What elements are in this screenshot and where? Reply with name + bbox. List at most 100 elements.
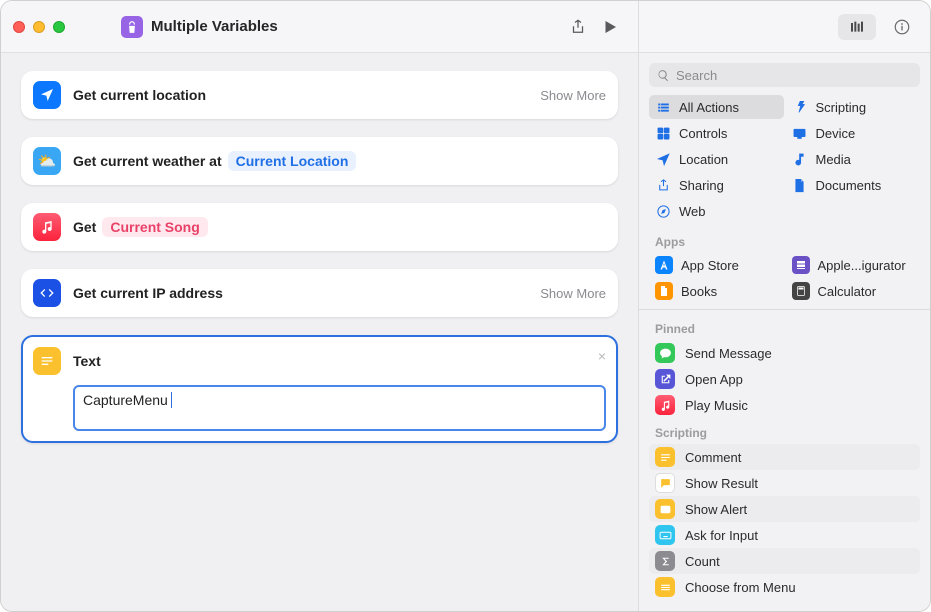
document-icon bbox=[792, 177, 808, 193]
play-icon bbox=[655, 395, 675, 415]
search-icon bbox=[657, 69, 670, 82]
list-item[interactable]: Choose from Menu bbox=[649, 574, 920, 600]
show-more[interactable]: Show More bbox=[540, 88, 606, 103]
library-toolbar bbox=[639, 1, 930, 53]
action-weather[interactable]: ⛅ Get current weather atCurrent Location bbox=[21, 137, 618, 185]
bubble-icon bbox=[655, 473, 675, 493]
list-label: Show Result bbox=[685, 476, 758, 491]
weather-icon: ⛅ bbox=[33, 147, 61, 175]
category-label: Media bbox=[816, 152, 851, 167]
keyboard-icon bbox=[655, 525, 675, 545]
list-label: Send Message bbox=[685, 346, 772, 361]
app-item[interactable]: App Store bbox=[649, 253, 784, 277]
menu-icon bbox=[655, 577, 675, 597]
show-more[interactable]: Show More bbox=[540, 286, 606, 301]
minimize-window[interactable] bbox=[33, 21, 45, 33]
close-window[interactable] bbox=[13, 21, 25, 33]
app-icon bbox=[792, 256, 810, 274]
titlebar: Multiple Variables bbox=[1, 1, 638, 53]
location-icon bbox=[655, 151, 671, 167]
category-label: Location bbox=[679, 152, 728, 167]
app-label: Calculator bbox=[818, 284, 877, 299]
fullscreen-window[interactable] bbox=[53, 21, 65, 33]
section-pinned: Pinned bbox=[639, 314, 930, 340]
alert-icon bbox=[655, 499, 675, 519]
message-icon bbox=[655, 343, 675, 363]
category-list[interactable]: All Actions bbox=[649, 95, 784, 119]
app-icon bbox=[655, 256, 673, 274]
sharing-icon bbox=[655, 177, 671, 193]
category-label: All Actions bbox=[679, 100, 739, 115]
category-controls[interactable]: Controls bbox=[649, 121, 784, 145]
action-text[interactable]: × Text CaptureMenu bbox=[21, 335, 618, 443]
category-label: Device bbox=[816, 126, 856, 141]
action-label: Get current weather atCurrent Location bbox=[73, 151, 356, 171]
action-music[interactable]: GetCurrent Song bbox=[21, 203, 618, 251]
category-label: Web bbox=[679, 204, 706, 219]
category-device[interactable]: Device bbox=[786, 121, 921, 145]
lines-icon bbox=[655, 447, 675, 467]
share-button[interactable] bbox=[562, 13, 594, 41]
category-script[interactable]: Scripting bbox=[786, 95, 921, 119]
app-icon bbox=[121, 16, 143, 38]
run-button[interactable] bbox=[594, 13, 626, 41]
app-item[interactable]: Apple...igurator bbox=[786, 253, 921, 277]
divider bbox=[639, 309, 930, 310]
list-item[interactable]: Show Alert bbox=[649, 496, 920, 522]
controls-icon bbox=[655, 125, 671, 141]
library-button[interactable] bbox=[838, 14, 876, 40]
list-item[interactable]: Count bbox=[649, 548, 920, 574]
list-item[interactable]: Send Message bbox=[649, 340, 920, 366]
ip-icon bbox=[33, 279, 61, 307]
category-label: Sharing bbox=[679, 178, 724, 193]
list-item[interactable]: Comment bbox=[649, 444, 920, 470]
script-icon bbox=[792, 99, 808, 115]
location-icon bbox=[33, 81, 61, 109]
workflow-area[interactable]: Get current location Show More ⛅ Get curr… bbox=[1, 53, 638, 611]
category-document[interactable]: Documents bbox=[786, 173, 921, 197]
list-label: Play Music bbox=[685, 398, 748, 413]
info-button[interactable] bbox=[886, 13, 918, 41]
open-icon bbox=[655, 369, 675, 389]
app-item[interactable]: Calculator bbox=[786, 279, 921, 303]
app-label: App Store bbox=[681, 258, 739, 273]
list-item[interactable]: Ask for Input bbox=[649, 522, 920, 548]
list-item[interactable]: Show Result bbox=[649, 470, 920, 496]
variable-chip[interactable]: Current Song bbox=[102, 217, 207, 237]
app-label: Apple...igurator bbox=[818, 258, 906, 273]
category-web[interactable]: Web bbox=[649, 199, 784, 223]
text-field[interactable]: CaptureMenu bbox=[73, 385, 606, 431]
list-item[interactable]: Play Music bbox=[649, 392, 920, 418]
variable-chip[interactable]: Current Location bbox=[228, 151, 357, 171]
list-label: Comment bbox=[685, 450, 741, 465]
action-label: GetCurrent Song bbox=[73, 217, 208, 237]
action-label: Text bbox=[73, 353, 101, 369]
app-icon bbox=[655, 282, 673, 300]
app-icon bbox=[792, 282, 810, 300]
music-icon bbox=[33, 213, 61, 241]
action-label: Get current location bbox=[73, 87, 206, 103]
window-controls bbox=[13, 21, 65, 33]
section-scripting: Scripting bbox=[639, 418, 930, 444]
sigma-icon bbox=[655, 551, 675, 571]
action-label: Get current IP address bbox=[73, 285, 223, 301]
device-icon bbox=[792, 125, 808, 141]
search-input[interactable]: Search bbox=[649, 63, 920, 87]
category-location[interactable]: Location bbox=[649, 147, 784, 171]
list-label: Choose from Menu bbox=[685, 580, 796, 595]
text-icon bbox=[33, 347, 61, 375]
web-icon bbox=[655, 203, 671, 219]
category-label: Controls bbox=[679, 126, 727, 141]
media-icon bbox=[792, 151, 808, 167]
app-item[interactable]: Books bbox=[649, 279, 784, 303]
list-label: Open App bbox=[685, 372, 743, 387]
category-media[interactable]: Media bbox=[786, 147, 921, 171]
close-icon[interactable]: × bbox=[598, 349, 606, 363]
search-placeholder: Search bbox=[676, 68, 717, 83]
category-sharing[interactable]: Sharing bbox=[649, 173, 784, 197]
list-item[interactable]: Open App bbox=[649, 366, 920, 392]
list-icon bbox=[655, 99, 671, 115]
action-location[interactable]: Get current location Show More bbox=[21, 71, 618, 119]
category-label: Documents bbox=[816, 178, 882, 193]
action-ip[interactable]: Get current IP address Show More bbox=[21, 269, 618, 317]
